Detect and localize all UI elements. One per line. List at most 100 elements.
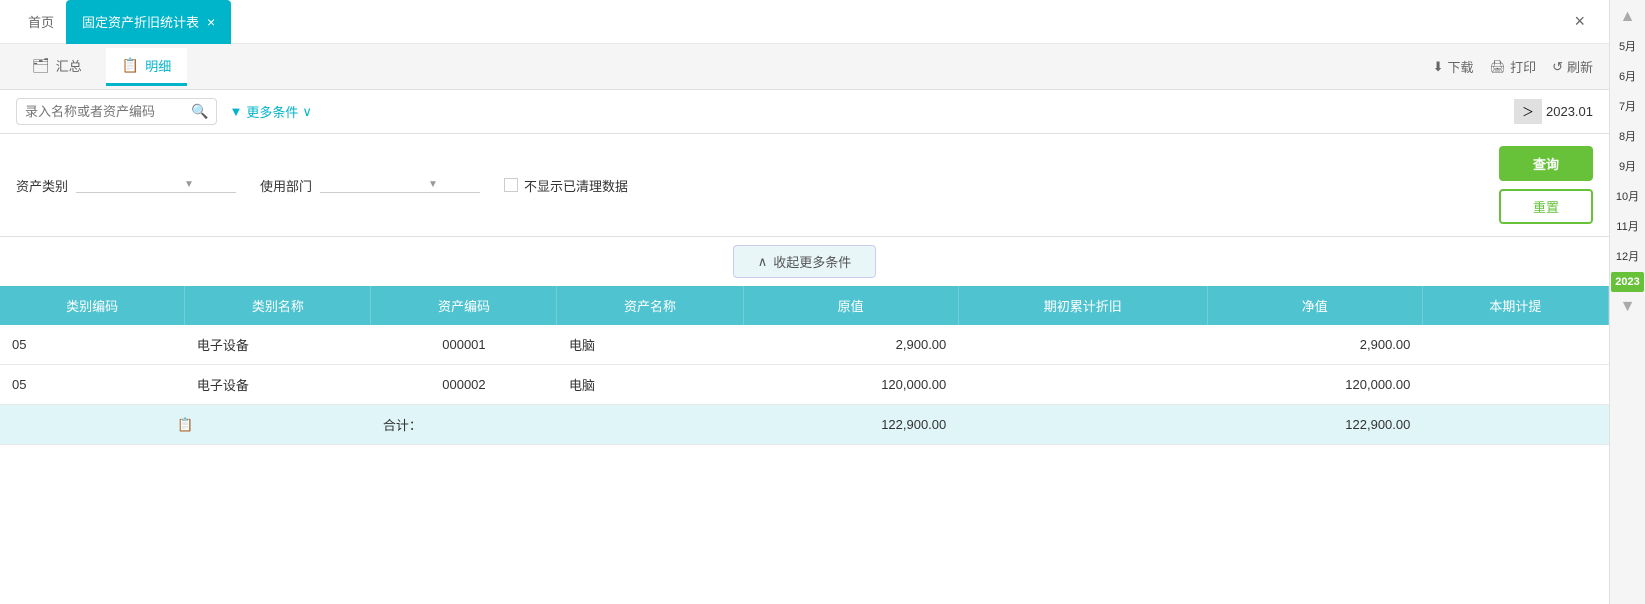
- tab-close-btn[interactable]: ×: [207, 14, 215, 30]
- search-input-wrap[interactable]: 🔍: [16, 98, 217, 125]
- print-label: 打印: [1510, 57, 1536, 76]
- table-container: 类别编码 类别名称 资产编码 资产名称 原值 期初累计折旧 净值 本期计提 05…: [0, 286, 1609, 604]
- more-filter-label: 更多条件: [246, 102, 298, 121]
- cell-net-value: 120,000.00: [1207, 365, 1422, 405]
- refresh-icon: ↺: [1552, 59, 1563, 75]
- cell-period-depr: [1422, 365, 1608, 405]
- dept-filter: 使用部门 ▼: [260, 176, 480, 195]
- subtotal-row: 📋 合计： 122,900.00 122,900.00: [0, 405, 1609, 445]
- summary-icon: 🗂: [32, 57, 50, 74]
- search-bar: 🔍 ▼ 更多条件 ∨ ＞ 2023.01: [0, 90, 1609, 134]
- month-8[interactable]: 8月: [1615, 122, 1640, 150]
- tab-detail-label: 明细: [145, 56, 171, 75]
- chevron-down-icon: ∨: [302, 104, 312, 120]
- month-11[interactable]: 11月: [1612, 212, 1642, 240]
- sidebar-up-btn[interactable]: ▲: [1616, 4, 1640, 30]
- month-12[interactable]: 12月: [1612, 242, 1643, 270]
- collapse-btn[interactable]: ∧ 收起更多条件: [733, 245, 877, 278]
- more-filter-btn[interactable]: ▼ 更多条件 ∨: [229, 102, 311, 121]
- filter-row: 资产类别 ▼ 使用部门 ▼ 不显示已清理数据 查询 重置: [16, 146, 1593, 224]
- cell-asset-code: 000001: [371, 325, 557, 365]
- dept-select[interactable]: ▼: [320, 177, 480, 193]
- cell-accum-depr: [958, 325, 1207, 365]
- reset-btn[interactable]: 重置: [1499, 189, 1593, 224]
- collapse-icon: ∧: [758, 254, 768, 270]
- month-6[interactable]: 6月: [1615, 62, 1640, 90]
- cell-original: 120,000.00: [743, 365, 958, 405]
- print-btn[interactable]: 🖨 打印: [1490, 57, 1537, 76]
- cell-cat-code: 05: [0, 365, 185, 405]
- table-header-row: 类别编码 类别名称 资产编码 资产名称 原值 期初累计折旧 净值 本期计提: [0, 286, 1609, 325]
- cell-asset-name: 电脑: [557, 325, 743, 365]
- download-btn[interactable]: ⬇ 下载: [1433, 57, 1474, 76]
- subtotal-label: 合计：: [371, 405, 743, 445]
- subtotal-original: 122,900.00: [743, 405, 958, 445]
- sidebar-down-btn[interactable]: ▼: [1616, 294, 1640, 320]
- subtotal-icon: 📋: [0, 405, 371, 445]
- col-asset-code: 资产编码: [371, 286, 557, 325]
- date-nav: ＞ 2023.01: [1514, 99, 1593, 124]
- top-nav: 首页 固定资产折旧统计表 × ×: [0, 0, 1609, 44]
- cell-asset-name: 电脑: [557, 365, 743, 405]
- col-net-value: 净值: [1207, 286, 1422, 325]
- dept-label: 使用部门: [260, 176, 312, 195]
- date-display: 2023.01: [1546, 104, 1593, 119]
- refresh-btn[interactable]: ↺ 刷新: [1552, 57, 1593, 76]
- cell-net-value: 2,900.00: [1207, 325, 1422, 365]
- filter-actions: 查询 重置: [1499, 146, 1593, 224]
- table-row: 05 电子设备 000002 电脑 120,000.00 120,000.00: [0, 365, 1609, 405]
- dept-arrow: ▼: [428, 179, 438, 190]
- col-cat-name: 类别名称: [185, 286, 371, 325]
- filter-area: 资产类别 ▼ 使用部门 ▼ 不显示已清理数据 查询 重置: [0, 134, 1609, 237]
- right-sidebar: ▲ 5月 6月 7月 8月 9月 10月 11月 12月 2023 ▼: [1609, 0, 1645, 604]
- cell-cat-code: 05: [0, 325, 185, 365]
- active-tab-label: 固定资产折旧统计表: [82, 12, 199, 31]
- month-9[interactable]: 9月: [1615, 152, 1640, 180]
- nav-home[interactable]: 首页: [16, 12, 66, 31]
- cell-original: 2,900.00: [743, 325, 958, 365]
- toolbar-actions: ⬇ 下载 🖨 打印 ↺ 刷新: [1433, 57, 1593, 76]
- asset-type-filter: 资产类别 ▼: [16, 176, 236, 195]
- cell-cat-name: 电子设备: [185, 325, 371, 365]
- refresh-label: 刷新: [1567, 57, 1593, 76]
- col-cat-code: 类别编码: [0, 286, 185, 325]
- col-period-depr: 本期计提: [1422, 286, 1608, 325]
- month-10[interactable]: 10月: [1612, 182, 1643, 210]
- subtotal-net-value: 122,900.00: [1207, 405, 1422, 445]
- collapse-label: 收起更多条件: [773, 252, 851, 271]
- cell-period-depr: [1422, 325, 1608, 365]
- subtotal-accum-depr: [958, 405, 1207, 445]
- tab-summary-label: 汇总: [56, 56, 82, 75]
- cell-cat-name: 电子设备: [185, 365, 371, 405]
- active-tab[interactable]: 固定资产折旧统计表 ×: [66, 0, 231, 44]
- data-table: 类别编码 类别名称 资产编码 资产名称 原值 期初累计折旧 净值 本期计提 05…: [0, 286, 1609, 445]
- col-accum-depr: 期初累计折旧: [958, 286, 1207, 325]
- search-icon: 🔍: [191, 103, 208, 120]
- asset-type-label: 资产类别: [16, 176, 68, 195]
- query-btn[interactable]: 查询: [1499, 146, 1593, 181]
- cell-accum-depr: [958, 365, 1207, 405]
- print-icon: 🖨: [1490, 59, 1507, 75]
- window-close-btn[interactable]: ×: [1566, 7, 1593, 36]
- year-current[interactable]: 2023: [1611, 272, 1643, 292]
- table-row: 05 电子设备 000001 电脑 2,900.00 2,900.00: [0, 325, 1609, 365]
- download-icon: ⬇: [1433, 59, 1444, 75]
- date-prev-btn[interactable]: ＞: [1514, 99, 1542, 124]
- detail-icon: 📋: [122, 57, 139, 74]
- month-7[interactable]: 7月: [1615, 92, 1640, 120]
- hide-cleared-checkbox[interactable]: 不显示已清理数据: [504, 176, 628, 195]
- tab-bar: 🗂 汇总 📋 明细 ⬇ 下载 🖨 打印 ↺ 刷新: [0, 44, 1609, 90]
- collapse-bar: ∧ 收起更多条件: [0, 237, 1609, 286]
- tab-summary[interactable]: 🗂 汇总: [16, 48, 98, 86]
- asset-type-select[interactable]: ▼: [76, 177, 236, 193]
- subtotal-period-depr: [1422, 405, 1608, 445]
- filter-icon: ▼: [229, 104, 242, 119]
- search-input[interactable]: [25, 104, 185, 119]
- month-5[interactable]: 5月: [1615, 32, 1640, 60]
- cell-asset-code: 000002: [371, 365, 557, 405]
- col-asset-name: 资产名称: [557, 286, 743, 325]
- hide-cleared-label: 不显示已清理数据: [524, 176, 628, 195]
- col-original: 原值: [743, 286, 958, 325]
- download-label: 下载: [1448, 57, 1474, 76]
- tab-detail[interactable]: 📋 明细: [106, 48, 187, 86]
